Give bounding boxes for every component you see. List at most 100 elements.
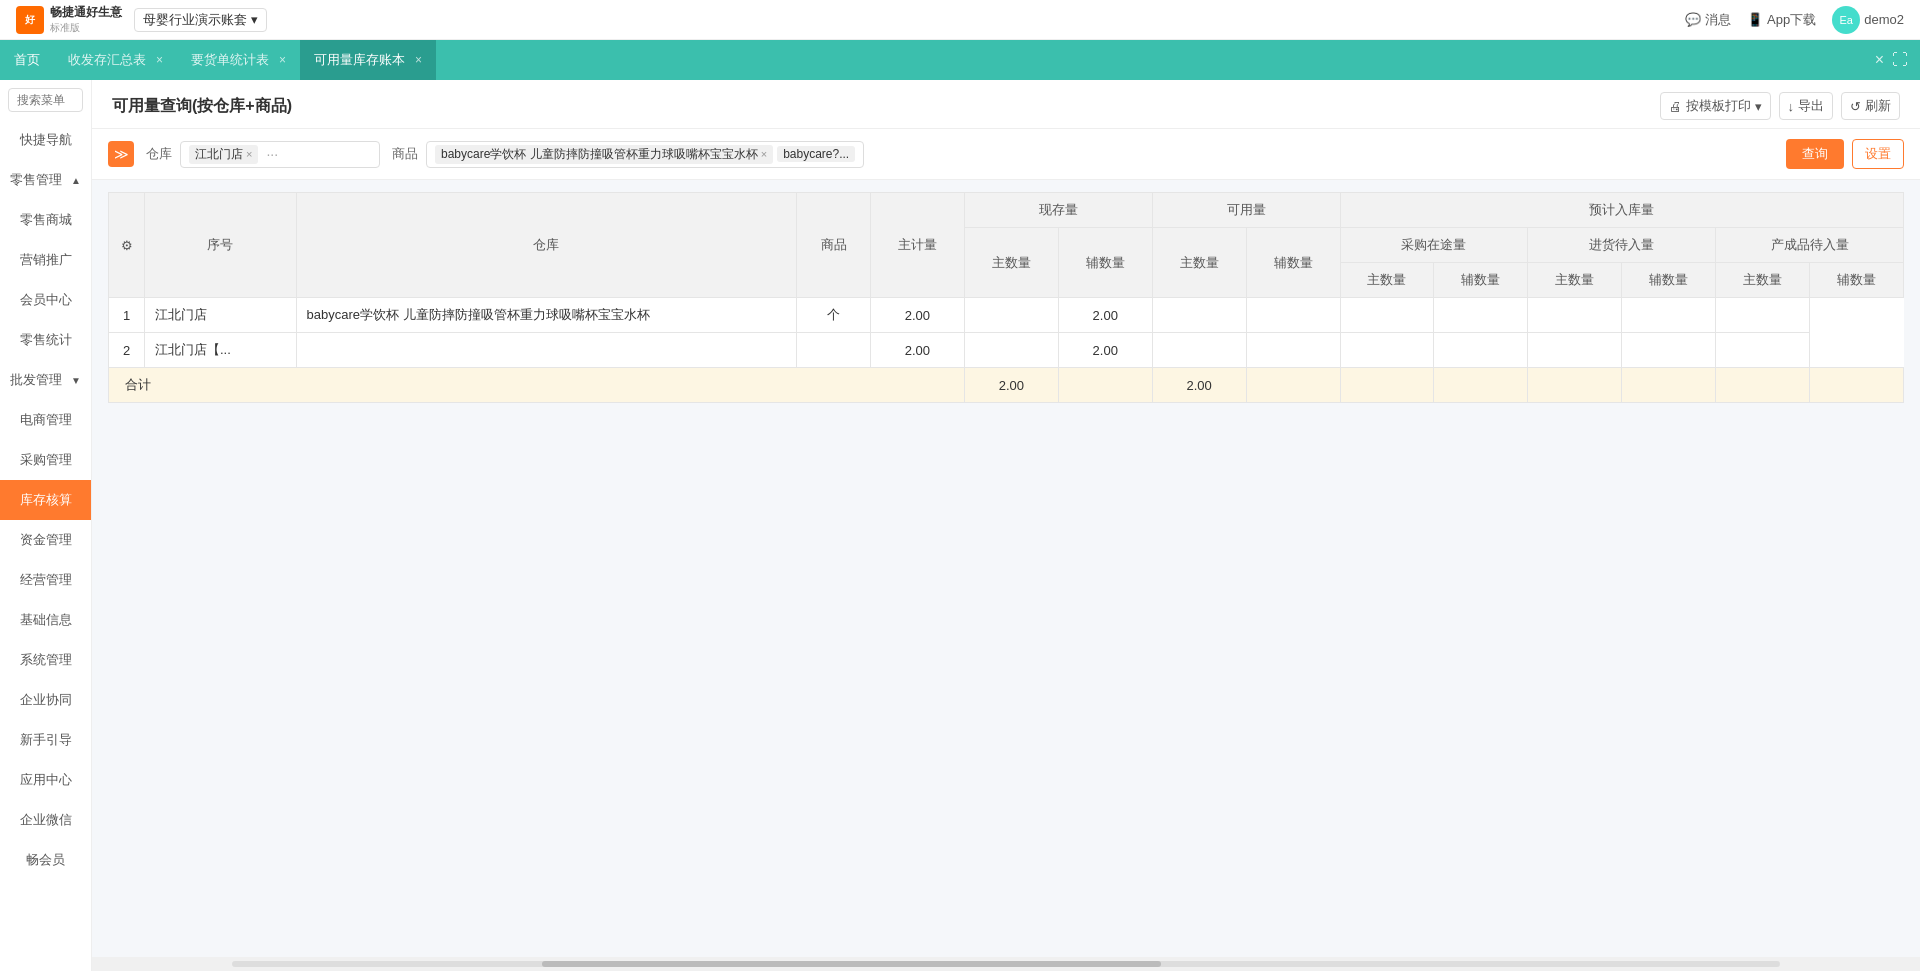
warehouse-filter-more[interactable]: ··· bbox=[262, 146, 282, 162]
top-bar-right: 💬 消息 📱 App下载 Ea demo2 bbox=[1685, 6, 1904, 34]
inventory-check-label: 库存核算 bbox=[20, 491, 72, 509]
tab-receive-send-label: 收发存汇总表 bbox=[68, 51, 146, 69]
sidebar-item-member-center[interactable]: 会员中心 bbox=[0, 280, 91, 320]
query-button[interactable]: 查询 bbox=[1786, 139, 1844, 169]
product-tag-1-text: babycare学饮杯 儿童防摔防撞吸管杯重力球吸嘴杯宝宝水杯 bbox=[441, 146, 758, 163]
export-icon: ↓ bbox=[1788, 99, 1795, 114]
cell-warehouse-0: 江北门店 bbox=[145, 298, 297, 333]
table-settings-icon[interactable]: ⚙ bbox=[109, 193, 145, 298]
close-window-button[interactable]: × bbox=[1875, 51, 1884, 69]
maximize-window-button[interactable]: ⛶ bbox=[1892, 51, 1908, 69]
operations-mgmt-label: 经营管理 bbox=[20, 571, 72, 589]
sidebar-item-operations-mgmt[interactable]: 经营管理 bbox=[0, 560, 91, 600]
footer-purchase-aux bbox=[1434, 368, 1528, 403]
sidebar-item-retail-mgmt[interactable]: 零售管理 ▲ bbox=[0, 160, 91, 200]
cell-production-main-1 bbox=[1622, 333, 1716, 368]
tab-receive-send[interactable]: 收发存汇总表 × bbox=[54, 40, 177, 80]
cell-purchase-main-1 bbox=[1246, 333, 1340, 368]
cell-incoming-aux-0 bbox=[1528, 298, 1622, 333]
enterprise-collab-label: 企业协同 bbox=[20, 691, 72, 709]
search-input[interactable] bbox=[8, 88, 83, 112]
app-download-button[interactable]: 📱 App下载 bbox=[1747, 11, 1816, 29]
product-filter-group: 商品 babycare学饮杯 儿童防摔防撞吸管杯重力球吸嘴杯宝宝水杯 × bab… bbox=[392, 141, 864, 168]
sidebar-item-new-guide[interactable]: 新手引导 bbox=[0, 720, 91, 760]
sidebar-item-marketing[interactable]: 营销推广 bbox=[0, 240, 91, 280]
warehouse-filter-tags[interactable]: 江北门店 × ··· bbox=[180, 141, 380, 168]
page-title: 可用量查询(按仓库+商品) bbox=[112, 96, 292, 117]
cell-purchase-aux-1 bbox=[1340, 333, 1434, 368]
sidebar-item-retail-shop[interactable]: 零售商城 bbox=[0, 200, 91, 240]
scrollbar-thumb[interactable] bbox=[542, 961, 1161, 967]
brand-sub: 标准版 bbox=[50, 21, 122, 35]
sidebar-item-basic-info[interactable]: 基础信息 bbox=[0, 600, 91, 640]
horizontal-scrollbar[interactable] bbox=[92, 957, 1920, 971]
warehouse-tag-1-close[interactable]: × bbox=[246, 148, 252, 160]
sidebar-item-app-center[interactable]: 应用中心 bbox=[0, 760, 91, 800]
tab-receive-send-close[interactable]: × bbox=[156, 53, 163, 67]
top-bar: 好 畅捷通好生意 标准版 母婴行业演示账套 ▾ 💬 消息 📱 App下载 Ea … bbox=[0, 0, 1920, 40]
col-header-stock-aux: 辅数量 bbox=[1058, 228, 1152, 298]
sidebar-item-vip-member[interactable]: 畅会员 bbox=[0, 840, 91, 880]
filter-toggle-button[interactable]: ≫ bbox=[108, 141, 134, 167]
user-profile[interactable]: Ea demo2 bbox=[1832, 6, 1904, 34]
footer-stock-main: 2.00 bbox=[964, 368, 1058, 403]
product-tag-2-text: babycare?... bbox=[783, 147, 849, 161]
col-header-stock-group: 现存量 bbox=[964, 193, 1152, 228]
logo-icon: 好 bbox=[16, 6, 44, 34]
export-button[interactable]: ↓ 导出 bbox=[1779, 92, 1834, 120]
table-area: ⚙ 序号 仓库 商品 主计量 现存量 可用量 预计入库量 主数量 辅数量 主数量… bbox=[92, 180, 1920, 957]
col-header-forecast-group: 预计入库量 bbox=[1340, 193, 1904, 228]
printer-icon: 🖨 bbox=[1669, 99, 1682, 114]
refresh-button[interactable]: ↺ 刷新 bbox=[1841, 92, 1900, 120]
sidebar-item-enterprise-collab[interactable]: 企业协同 bbox=[0, 680, 91, 720]
cell-purchase-aux-0 bbox=[1340, 298, 1434, 333]
col-header-available-group: 可用量 bbox=[1152, 193, 1340, 228]
chevron-down-print-icon: ▾ bbox=[1755, 99, 1762, 114]
col-header-available-main: 主数量 bbox=[1152, 228, 1246, 298]
cell-no-1: 2 bbox=[109, 333, 145, 368]
sidebar-item-enterprise-wechat[interactable]: 企业微信 bbox=[0, 800, 91, 840]
enterprise-wechat-label: 企业微信 bbox=[20, 811, 72, 829]
app-center-label: 应用中心 bbox=[20, 771, 72, 789]
chevron-down-icon: ▾ bbox=[251, 12, 258, 27]
col-header-product: 商品 bbox=[797, 193, 871, 298]
tab-home[interactable]: 首页 bbox=[0, 40, 54, 80]
sidebar-item-finance-mgmt[interactable]: 资金管理 bbox=[0, 520, 91, 560]
ecommerce-mgmt-label: 电商管理 bbox=[20, 411, 72, 429]
cell-production-aux-1 bbox=[1716, 333, 1810, 368]
message-button[interactable]: 💬 消息 bbox=[1685, 11, 1731, 29]
product-filter-tags[interactable]: babycare学饮杯 儿童防摔防撞吸管杯重力球吸嘴杯宝宝水杯 × babyca… bbox=[426, 141, 864, 168]
tab-available-inventory[interactable]: 可用量库存账本 × bbox=[300, 40, 436, 80]
table-row: 2 江北门店【... 2.00 2.00 bbox=[109, 333, 1904, 368]
sidebar-item-ecommerce-mgmt[interactable]: 电商管理 bbox=[0, 400, 91, 440]
footer-available-main: 2.00 bbox=[1152, 368, 1246, 403]
footer-incoming-main bbox=[1528, 368, 1622, 403]
cell-warehouse-1: 江北门店【... bbox=[145, 333, 297, 368]
tab-available-inventory-label: 可用量库存账本 bbox=[314, 51, 405, 69]
settings-button[interactable]: 设置 bbox=[1852, 139, 1904, 169]
print-button[interactable]: 🖨 按模板打印 ▾ bbox=[1660, 92, 1771, 120]
warehouse-filter-label: 仓库 bbox=[146, 145, 172, 163]
tab-home-label: 首页 bbox=[14, 51, 40, 69]
col-header-purchase-aux: 辅数量 bbox=[1434, 263, 1528, 298]
tab-available-inventory-close[interactable]: × bbox=[415, 53, 422, 67]
top-bar-left: 好 畅捷通好生意 标准版 母婴行业演示账套 ▾ bbox=[16, 4, 267, 35]
tab-order-stats[interactable]: 要货单统计表 × bbox=[177, 40, 300, 80]
tab-order-stats-close[interactable]: × bbox=[279, 53, 286, 67]
logo-area: 好 畅捷通好生意 标准版 bbox=[16, 4, 122, 35]
footer-label: 合计 bbox=[109, 368, 965, 403]
sidebar-top: 快捷导航 零售管理 ▲ 零售商城 营销推广 会员中心 零售统计 批发管理 ▼ bbox=[0, 80, 91, 880]
sidebar-item-purchase-mgmt[interactable]: 采购管理 bbox=[0, 440, 91, 480]
sidebar-item-retail-stats[interactable]: 零售统计 bbox=[0, 320, 91, 360]
col-header-warehouse: 仓库 bbox=[296, 193, 797, 298]
sidebar-item-wholesale-mgmt[interactable]: 批发管理 ▼ bbox=[0, 360, 91, 400]
cell-available-aux-0 bbox=[1152, 298, 1246, 333]
member-center-label: 会员中心 bbox=[20, 291, 72, 309]
retail-shop-label: 零售商城 bbox=[20, 211, 72, 229]
sidebar-item-system-mgmt[interactable]: 系统管理 bbox=[0, 640, 91, 680]
cell-production-main-0 bbox=[1622, 298, 1716, 333]
industry-selector[interactable]: 母婴行业演示账套 ▾ bbox=[134, 8, 267, 32]
marketing-label: 营销推广 bbox=[20, 251, 72, 269]
product-tag-1-close[interactable]: × bbox=[761, 148, 767, 160]
sidebar-item-inventory-check[interactable]: 库存核算 bbox=[0, 480, 91, 520]
